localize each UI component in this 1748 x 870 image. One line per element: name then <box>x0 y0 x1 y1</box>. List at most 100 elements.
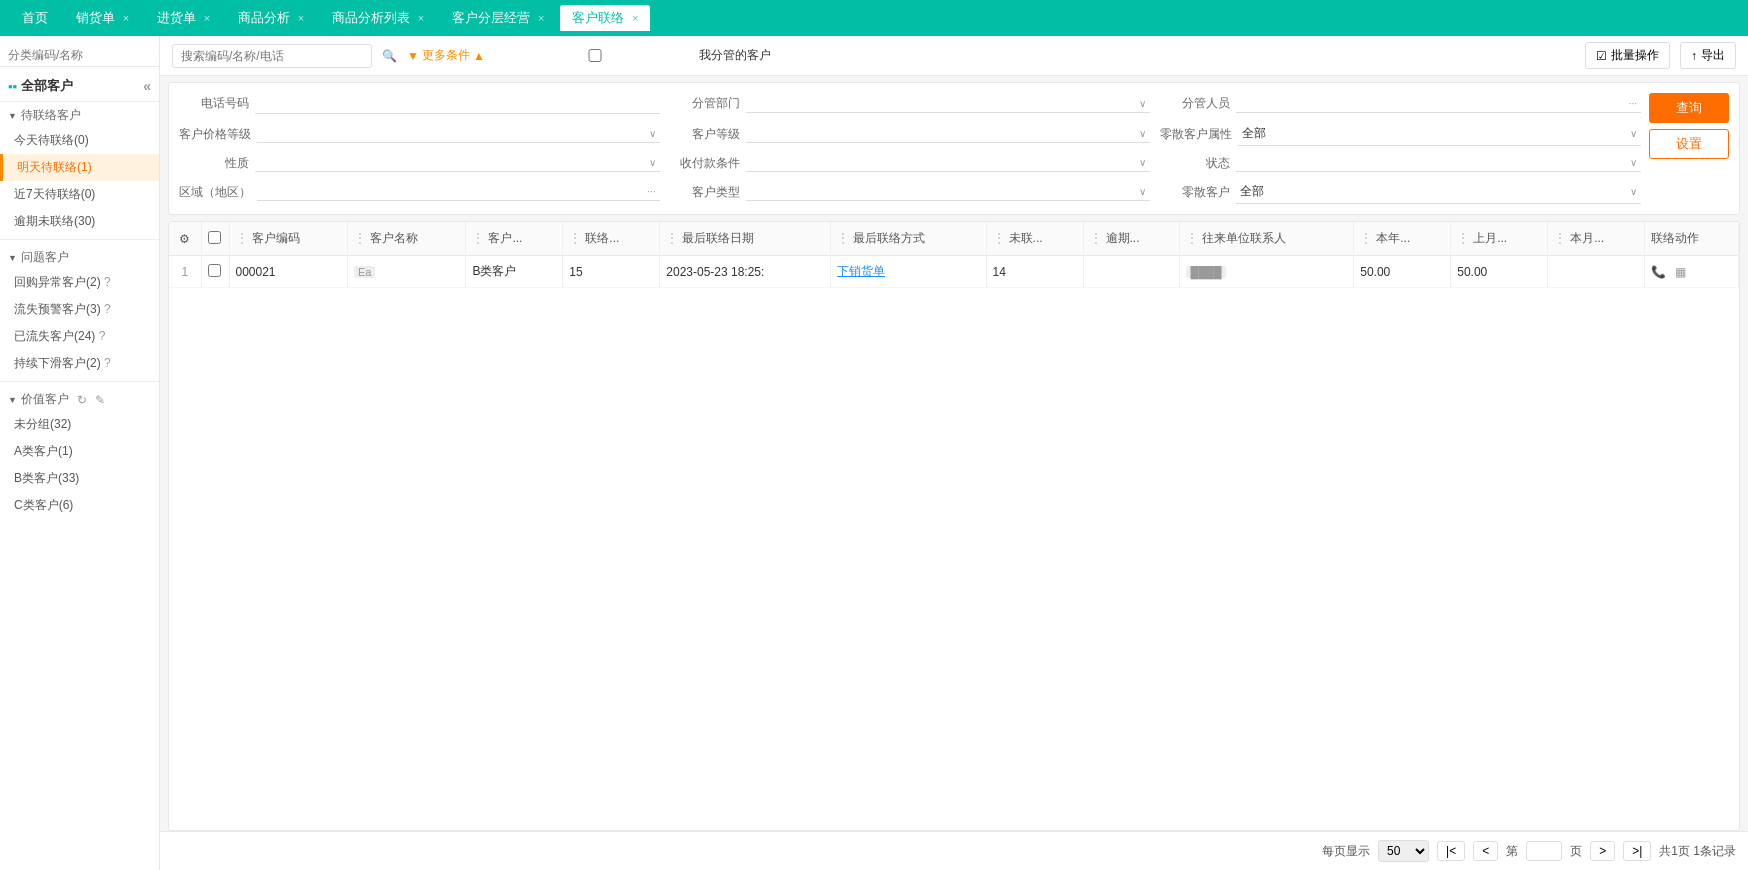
my-customers-check[interactable] <box>495 49 695 62</box>
col-overdue: ⋮逾期... <box>1083 222 1180 256</box>
filter-cell-customer-level: 客户等级 ∨ <box>670 125 1151 143</box>
chevron-down-icon: ∨ <box>1139 128 1146 139</box>
page-input[interactable]: 1 <box>1526 841 1562 861</box>
sidebar-item-tomorrow-pending[interactable]: 明天待联络(1) <box>0 154 159 181</box>
nav-product-analysis[interactable]: 商品分析 × <box>226 5 316 31</box>
price-level-select[interactable]: ∨ <box>257 125 660 143</box>
table-header-row: ⚙ ⋮客户编码 ⋮客户名称 ⋮客户... ⋮联络... ⋮最后联络日期 ⋮最后联… <box>169 222 1739 256</box>
nav-customer-contact[interactable]: 客户联络 × <box>560 5 650 31</box>
filter-cell-person: 分管人员 ··· <box>1160 95 1641 113</box>
chevron-down-icon: ∨ <box>1139 186 1146 197</box>
row-name: Ea <box>347 256 465 288</box>
edit-icon[interactable]: ✎ <box>95 393 105 407</box>
filter-cell-customer-type: 客户类型 ∨ <box>670 183 1151 201</box>
query-btn[interactable]: 查询 <box>1649 93 1729 123</box>
nav-purchase-order[interactable]: 进货单 × <box>145 5 222 31</box>
customer-level-select[interactable]: ∨ <box>746 125 1151 143</box>
nav-product-analysis-list[interactable]: 商品分析列表 × <box>320 5 436 31</box>
main-search-input[interactable] <box>172 44 372 68</box>
export-btn[interactable]: ↑ 导出 <box>1680 42 1736 69</box>
sidebar-all-customers[interactable]: ▪▪ 全部客户 « <box>0 71 159 102</box>
last-page-btn[interactable]: >| <box>1623 841 1651 861</box>
row-overdue <box>1083 256 1180 288</box>
row-checkbox[interactable] <box>208 264 221 277</box>
region-select[interactable]: ··· <box>257 183 660 201</box>
row-checkbox-cell[interactable] <box>201 256 229 288</box>
top-navigation: 首页 销货单 × 进货单 × 商品分析 × 商品分析列表 × 客户分层经营 × … <box>0 0 1748 36</box>
filter-cell-status: 状态 ∨ <box>1160 154 1641 172</box>
sidebar-item-overdue-contact[interactable]: 逾期未联络(30) <box>0 208 159 235</box>
status-select[interactable]: ∨ <box>1236 154 1641 172</box>
col-checkbox[interactable] <box>201 222 229 256</box>
grid-action-icon[interactable]: ▦ <box>1675 265 1686 279</box>
batch-operation-btn[interactable]: ☑ 批量操作 <box>1585 42 1670 69</box>
filter-cell-payment: 收付款条件 ∨ <box>670 154 1151 172</box>
sidebar-item-class-b[interactable]: B类客户(33) <box>0 465 159 492</box>
row-num: 1 <box>169 256 201 288</box>
next-page-btn[interactable]: > <box>1590 841 1615 861</box>
chevron-down-icon: ∨ <box>1139 157 1146 168</box>
retail-attr-select[interactable]: 全部 ∨ <box>1238 122 1641 146</box>
close-icon[interactable]: × <box>204 12 210 24</box>
refresh-icon[interactable]: ↻ <box>77 393 87 407</box>
sidebar-item-class-a[interactable]: A类客户(1) <box>0 438 159 465</box>
settings-btn[interactable]: 设置 <box>1649 129 1729 159</box>
sidebar-item-7days-pending[interactable]: 近7天待联络(0) <box>0 181 159 208</box>
close-icon[interactable]: × <box>298 12 304 24</box>
row-action: 📞 ▦ <box>1645 256 1739 288</box>
triangle-icon: ▼ <box>8 253 17 263</box>
close-icon[interactable]: × <box>632 12 638 24</box>
filter-row-2: 客户价格等级 ∨ 客户等级 ∨ <box>179 122 1641 146</box>
dept-select[interactable]: ∨ <box>746 95 1151 113</box>
prev-page-btn[interactable]: < <box>1473 841 1498 861</box>
first-page-btn[interactable]: |< <box>1437 841 1465 861</box>
more-conditions-btn[interactable]: ▼ 更多条件 ▲ <box>407 47 485 64</box>
col-contacts: ⋮联络... <box>563 222 660 256</box>
collapse-icon[interactable]: « <box>143 78 151 94</box>
search-icon[interactable]: 🔍 <box>382 49 397 63</box>
select-all-checkbox[interactable] <box>208 231 221 244</box>
filter-cell-retail-customer: 零散客户 全部 ∨ <box>1160 180 1641 204</box>
close-icon[interactable]: × <box>538 12 544 24</box>
col-this-month: ⋮本月... <box>1548 222 1645 256</box>
row-last-contact-date: 2023-05-23 18:25: <box>660 256 831 288</box>
row-last-contact-way[interactable]: 下销货单 <box>831 256 986 288</box>
filter-buttons: 查询 设置 <box>1649 93 1729 204</box>
chevron-down-icon: ∨ <box>649 157 656 168</box>
col-type: ⋮客户... <box>466 222 563 256</box>
customer-table: ⚙ ⋮客户编码 ⋮客户名称 ⋮客户... ⋮联络... ⋮最后联络日期 ⋮最后联… <box>169 222 1739 288</box>
close-icon[interactable]: × <box>123 12 129 24</box>
col-last-way: ⋮最后联络方式 <box>831 222 986 256</box>
chevron-down-icon: ∨ <box>1630 128 1637 139</box>
my-customers-checkbox[interactable]: 我分管的客户 <box>495 47 771 64</box>
phone-input[interactable] <box>255 93 660 114</box>
col-settings[interactable]: ⚙ <box>169 222 201 256</box>
chevron-down-icon: ∨ <box>649 128 656 139</box>
person-select[interactable]: ··· <box>1236 95 1641 113</box>
nav-sales-order[interactable]: 销货单 × <box>64 5 141 31</box>
per-page-select[interactable]: 50 100 200 <box>1378 840 1429 862</box>
last-contact-link[interactable]: 下销货单 <box>837 264 885 278</box>
sidebar-group-value: ▼ 价值客户 ↻ ✎ <box>0 386 159 411</box>
sidebar-item-declining[interactable]: 持续下滑客户(2) ? <box>0 350 159 377</box>
sidebar-search-input[interactable] <box>8 48 158 62</box>
payment-select[interactable]: ∨ <box>746 154 1151 172</box>
retail-customer-select[interactable]: 全部 ∨ <box>1236 180 1641 204</box>
sidebar-item-churn-warning[interactable]: 流失预警客户(3) ? <box>0 296 159 323</box>
triangle-icon: ▼ <box>8 111 17 121</box>
sidebar-item-class-c[interactable]: C类客户(6) <box>0 492 159 519</box>
sidebar-item-today-pending[interactable]: 今天待联络(0) <box>0 127 159 154</box>
customer-type-select[interactable]: ∨ <box>746 183 1151 201</box>
phone-action-icon[interactable]: 📞 <box>1651 265 1666 279</box>
nature-select[interactable]: ∨ <box>255 154 660 172</box>
close-icon[interactable]: × <box>418 12 424 24</box>
sidebar-item-churned[interactable]: 已流失客户(24) ? <box>0 323 159 350</box>
nav-home[interactable]: 首页 <box>10 5 60 31</box>
sidebar-item-ungrouped[interactable]: 未分组(32) <box>0 411 159 438</box>
filter-cell-region: 区域（地区） ··· <box>179 183 660 201</box>
row-type: B类客户 <box>466 256 563 288</box>
checkbox-icon: ☑ <box>1596 49 1607 63</box>
sidebar-item-abnormal-repurchase[interactable]: 回购异常客户(2) ? <box>0 269 159 296</box>
nav-customer-segmentation[interactable]: 客户分层经营 × <box>440 5 556 31</box>
filter-row-4: 区域（地区） ··· 客户类型 ∨ <box>179 180 1641 204</box>
